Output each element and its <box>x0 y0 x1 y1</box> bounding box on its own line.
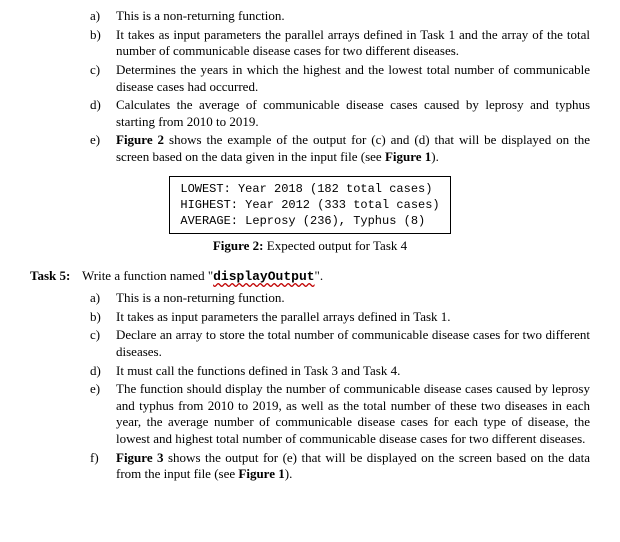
figure2-caption: Figure 2: Expected output for Task 4 <box>30 238 590 254</box>
figure2-line1: LOWEST: Year 2018 (182 total cases) <box>180 182 432 196</box>
list-text: It takes as input parameters the paralle… <box>116 27 590 60</box>
figure2-caption-text: Expected output for Task 4 <box>264 238 408 253</box>
list-text: The function should display the number o… <box>116 381 590 448</box>
list-marker: d) <box>90 97 116 130</box>
figure2: LOWEST: Year 2018 (182 total cases) HIGH… <box>30 176 590 255</box>
list-item: a) This is a non-returning function. <box>90 8 590 25</box>
list-marker: c) <box>90 327 116 360</box>
list-item: e) Figure 2 shows the example of the out… <box>90 132 590 165</box>
list-marker: c) <box>90 62 116 95</box>
list-marker: e) <box>90 381 116 448</box>
figure-ref: Figure 3 <box>116 450 164 465</box>
list-text: Figure 2 shows the example of the output… <box>116 132 590 165</box>
list-text: This is a non-returning function. <box>116 8 590 25</box>
figure-ref: Figure 1 <box>238 466 284 481</box>
list-item: b) It takes as input parameters the para… <box>90 27 590 60</box>
task5-list: a) This is a non-returning function. b) … <box>90 290 590 483</box>
list-text-part: shows the output for (e) that will be di… <box>116 450 590 482</box>
list-text: Figure 3 shows the output for (e) that w… <box>116 450 590 483</box>
list-marker: a) <box>90 290 116 307</box>
figure2-line2: HIGHEST: Year 2012 (333 total cases) <box>180 198 439 212</box>
list-text: This is a non-returning function. <box>116 290 590 307</box>
list-marker: b) <box>90 309 116 326</box>
figure2-caption-label: Figure 2: <box>213 238 264 253</box>
list-text: Calculates the average of communicable d… <box>116 97 590 130</box>
list-text-part: ). <box>431 149 439 164</box>
task5-header: Task 5: Write a function named "displayO… <box>30 268 590 286</box>
list-text-part: ). <box>285 466 293 481</box>
list-item: d) Calculates the average of communicabl… <box>90 97 590 130</box>
task5-funcname: displayOutput <box>213 269 314 284</box>
list-item: a) This is a non-returning function. <box>90 290 590 307</box>
list-text: It takes as input parameters the paralle… <box>116 309 590 326</box>
list-text-part: shows the example of the output for (c) … <box>116 132 590 164</box>
list-text: Determines the years in which the highes… <box>116 62 590 95</box>
figure-ref: Figure 2 <box>116 132 164 147</box>
list-item: b) It takes as input parameters the para… <box>90 309 590 326</box>
figure2-line3: AVERAGE: Leprosy (236), Typhus (8) <box>180 214 425 228</box>
task5-intro: Write a function named "displayOutput". <box>82 268 590 286</box>
list-marker: b) <box>90 27 116 60</box>
list-item: c) Declare an array to store the total n… <box>90 327 590 360</box>
list-text: Declare an array to store the total numb… <box>116 327 590 360</box>
task5-intro-pre: Write a function named " <box>82 268 213 283</box>
list-marker: f) <box>90 450 116 483</box>
task4-list: a) This is a non-returning function. b) … <box>90 8 590 166</box>
list-marker: d) <box>90 363 116 380</box>
task5-intro-post: ". <box>315 268 324 283</box>
figure2-output-box: LOWEST: Year 2018 (182 total cases) HIGH… <box>169 176 450 235</box>
list-marker: a) <box>90 8 116 25</box>
figure-ref: Figure 1 <box>385 149 431 164</box>
list-item: f) Figure 3 shows the output for (e) tha… <box>90 450 590 483</box>
list-item: d) It must call the functions defined in… <box>90 363 590 380</box>
list-text: It must call the functions defined in Ta… <box>116 363 590 380</box>
task5-label: Task 5: <box>30 268 82 286</box>
document-page: a) This is a non-returning function. b) … <box>0 0 620 505</box>
list-marker: e) <box>90 132 116 165</box>
list-item: e) The function should display the numbe… <box>90 381 590 448</box>
list-item: c) Determines the years in which the hig… <box>90 62 590 95</box>
